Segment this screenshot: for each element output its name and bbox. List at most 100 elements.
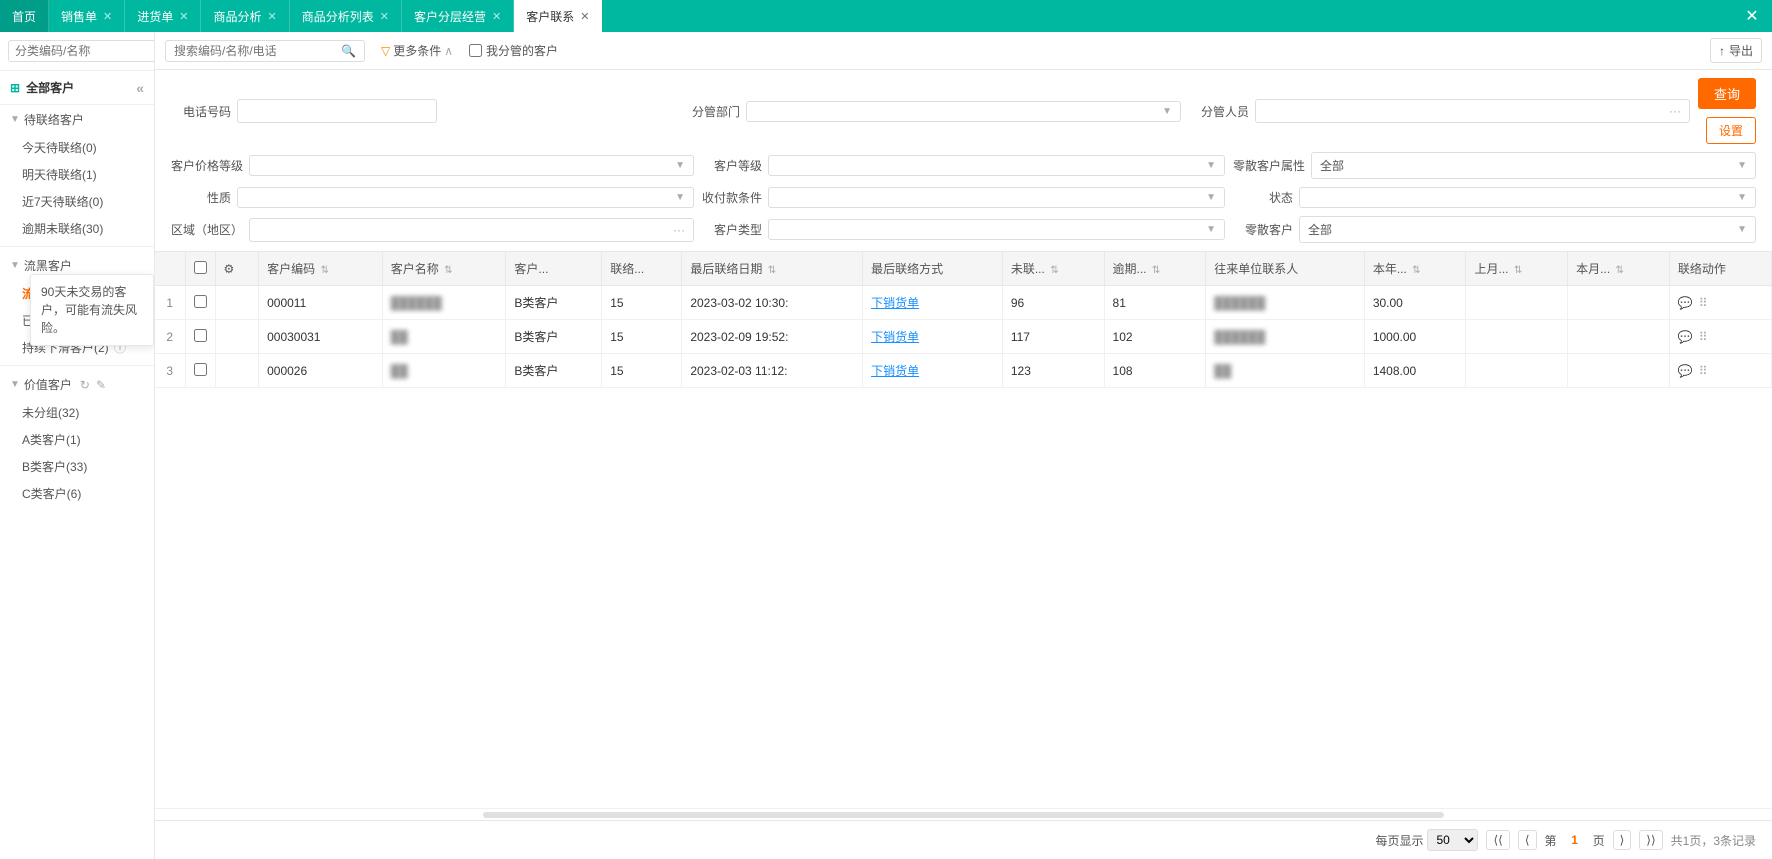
person-more-icon[interactable]: ··· xyxy=(1669,104,1681,118)
col-customer-code[interactable]: 客户编码 ⇅ xyxy=(259,252,383,286)
customer-price-label: 客户价格等级 xyxy=(171,157,243,174)
contact-method-link-2[interactable]: 下销货单 xyxy=(871,364,919,378)
customer-level-select[interactable]: ▼ xyxy=(768,155,1225,176)
query-button[interactable]: 查询 xyxy=(1698,78,1756,109)
tab-analysis-list[interactable]: 商品分析列表 ✕ xyxy=(290,0,402,32)
action-more-icon-2[interactable]: ⠿ xyxy=(1699,364,1708,378)
settings-button[interactable]: 设置 xyxy=(1706,117,1756,144)
zero-retail-attr-select[interactable]: 全部 ▼ xyxy=(1311,152,1756,179)
row-checkbox-2[interactable] xyxy=(194,363,207,376)
per-page-select[interactable]: 50 100 xyxy=(1427,829,1478,851)
tab-purchase-label: 进货单 xyxy=(137,8,173,25)
action-more-icon-0[interactable]: ⠿ xyxy=(1699,296,1708,310)
tab-sales-close[interactable]: ✕ xyxy=(103,10,112,23)
region-more-icon[interactable]: ··· xyxy=(673,223,685,237)
sidebar-item-7days[interactable]: 近7天待联络(0) xyxy=(0,188,154,215)
horizontal-scrollbar-area xyxy=(155,808,1772,820)
cell-method-1: 下销货单 xyxy=(863,320,1003,354)
tab-customer-contact-close[interactable]: ✕ xyxy=(580,10,589,23)
action-chat-icon-0[interactable]: 💬 xyxy=(1678,296,1693,310)
sidebar-all-customers[interactable]: ⊞ 全部客户 « xyxy=(0,71,154,105)
overdue-sort-icon: ⇅ xyxy=(1152,265,1160,276)
row-checkbox-1[interactable] xyxy=(194,329,207,342)
export-icon: ↑ xyxy=(1719,44,1725,58)
window-close-button[interactable]: ✕ xyxy=(1732,0,1772,32)
next-page-button[interactable]: ⟩ xyxy=(1613,830,1632,850)
filter-dept-field: 分管部门 ▼ xyxy=(680,101,1181,122)
payment-select[interactable]: ▼ xyxy=(768,187,1225,208)
last-page-button[interactable]: ⟩⟩ xyxy=(1639,830,1662,850)
filter-search-icon[interactable]: 🔍 xyxy=(341,44,356,58)
tab-sales[interactable]: 销售单 ✕ xyxy=(49,0,125,32)
tab-customer-tier-close[interactable]: ✕ xyxy=(492,10,501,23)
phone-label: 电话号码 xyxy=(171,103,231,120)
sidebar-item-today[interactable]: 今天待联络(0) xyxy=(0,134,154,161)
person-select[interactable]: ··· xyxy=(1255,99,1690,123)
prev-page-button[interactable]: ⟨ xyxy=(1518,830,1537,850)
col-overdue[interactable]: 逾期... ⇅ xyxy=(1104,252,1206,286)
tab-analysis-close[interactable]: ✕ xyxy=(268,10,277,23)
status-select[interactable]: ▼ xyxy=(1299,187,1756,208)
action-chat-icon-1[interactable]: 💬 xyxy=(1678,330,1693,344)
my-customers-checkbox-label[interactable]: 我分管的客户 xyxy=(469,42,558,59)
col-no-contact[interactable]: 未联... ⇅ xyxy=(1002,252,1104,286)
sidebar-item-b-class[interactable]: B类客户(33) xyxy=(0,453,154,480)
action-chat-icon-2[interactable]: 💬 xyxy=(1678,364,1693,378)
horizontal-scrollbar-thumb[interactable] xyxy=(483,812,1444,818)
tab-analysis[interactable]: 商品分析 ✕ xyxy=(201,0,289,32)
sidebar-item-tomorrow[interactable]: 明天待联络(1) xyxy=(0,161,154,188)
zero-retail-label: 零散客户 xyxy=(1233,221,1293,238)
sidebar-search-input[interactable] xyxy=(8,40,155,62)
col-this-month[interactable]: 本月... ⇅ xyxy=(1568,252,1670,286)
tab-analysis-list-close[interactable]: ✕ xyxy=(380,10,389,23)
sidebar-collapse-button[interactable]: « xyxy=(136,80,144,96)
value-edit-icon[interactable]: ✎ xyxy=(96,378,106,392)
col-last-month[interactable]: 上月... ⇅ xyxy=(1466,252,1568,286)
cell-empty-1 xyxy=(215,320,259,354)
tab-customer-contact[interactable]: 客户联系 ✕ xyxy=(514,0,602,32)
col-this-year[interactable]: 本年... ⇅ xyxy=(1364,252,1466,286)
sidebar-item-a-class[interactable]: A类客户(1) xyxy=(0,426,154,453)
cell-overdue-0: 81 xyxy=(1104,286,1206,320)
tab-customer-tier-label: 客户分层经营 xyxy=(414,8,486,25)
dept-select[interactable]: ▼ xyxy=(746,101,1181,122)
row-checkbox-0[interactable] xyxy=(194,295,207,308)
export-button[interactable]: ↑ 导出 xyxy=(1710,38,1762,63)
phone-input[interactable] xyxy=(237,99,437,123)
region-select[interactable]: ··· xyxy=(249,218,694,242)
current-page-number: 1 xyxy=(1565,833,1585,847)
more-conditions-button[interactable]: ▽ 更多条件 ∧ xyxy=(373,39,461,62)
select-all-checkbox[interactable] xyxy=(194,261,207,274)
my-customers-checkbox[interactable] xyxy=(469,44,482,57)
table-settings-icon[interactable]: ⚙ xyxy=(224,262,235,276)
customer-level-label: 客户等级 xyxy=(702,157,762,174)
tab-customer-tier[interactable]: 客户分层经营 ✕ xyxy=(402,0,514,32)
filter-search-input[interactable] xyxy=(174,44,337,58)
cell-type-2: B类客户 xyxy=(506,354,602,388)
sidebar-group-value[interactable]: ▼ 价值客户 ↻ ✎ xyxy=(0,370,154,399)
main-layout: 🔍 ⊞ 全部客户 « ▼ 待联络客户 今天待联络(0) 明天待联络(1) 近7天… xyxy=(0,32,1772,859)
zero-retail-select[interactable]: 全部 ▼ xyxy=(1299,216,1756,243)
col-customer-name[interactable]: 客户名称 ⇅ xyxy=(382,252,506,286)
action-more-icon-1[interactable]: ⠿ xyxy=(1699,330,1708,344)
sidebar-item-overdue[interactable]: 逾期未联络(30) xyxy=(0,215,154,242)
sidebar-item-ungrouped[interactable]: 未分组(32) xyxy=(0,399,154,426)
value-refresh-icon[interactable]: ↻ xyxy=(80,378,90,392)
more-conditions-label: 更多条件 xyxy=(393,42,441,59)
tab-purchase[interactable]: 进货单 ✕ xyxy=(125,0,201,32)
contact-method-link-1[interactable]: 下销货单 xyxy=(871,330,919,344)
col-last-contact-date[interactable]: 最后联络日期 ⇅ xyxy=(682,252,863,286)
gender-select[interactable]: ▼ xyxy=(237,187,694,208)
sidebar-group-pending[interactable]: ▼ 待联络客户 xyxy=(0,105,154,134)
col-method-label: 最后联络方式 xyxy=(871,262,943,276)
tab-purchase-close[interactable]: ✕ xyxy=(179,10,188,23)
customer-type-select[interactable]: ▼ xyxy=(768,219,1225,240)
cell-checkbox-0 xyxy=(185,286,215,320)
tab-home[interactable]: 首页 xyxy=(0,0,49,32)
contact-method-link-0[interactable]: 下销货单 xyxy=(871,296,919,310)
first-page-button[interactable]: ⟨⟨ xyxy=(1486,830,1509,850)
filter-gender-field: 性质 ▼ xyxy=(171,187,694,208)
customer-price-select[interactable]: ▼ xyxy=(249,155,694,176)
tab-sales-label: 销售单 xyxy=(61,8,97,25)
sidebar-item-c-class[interactable]: C类客户(6) xyxy=(0,480,154,507)
